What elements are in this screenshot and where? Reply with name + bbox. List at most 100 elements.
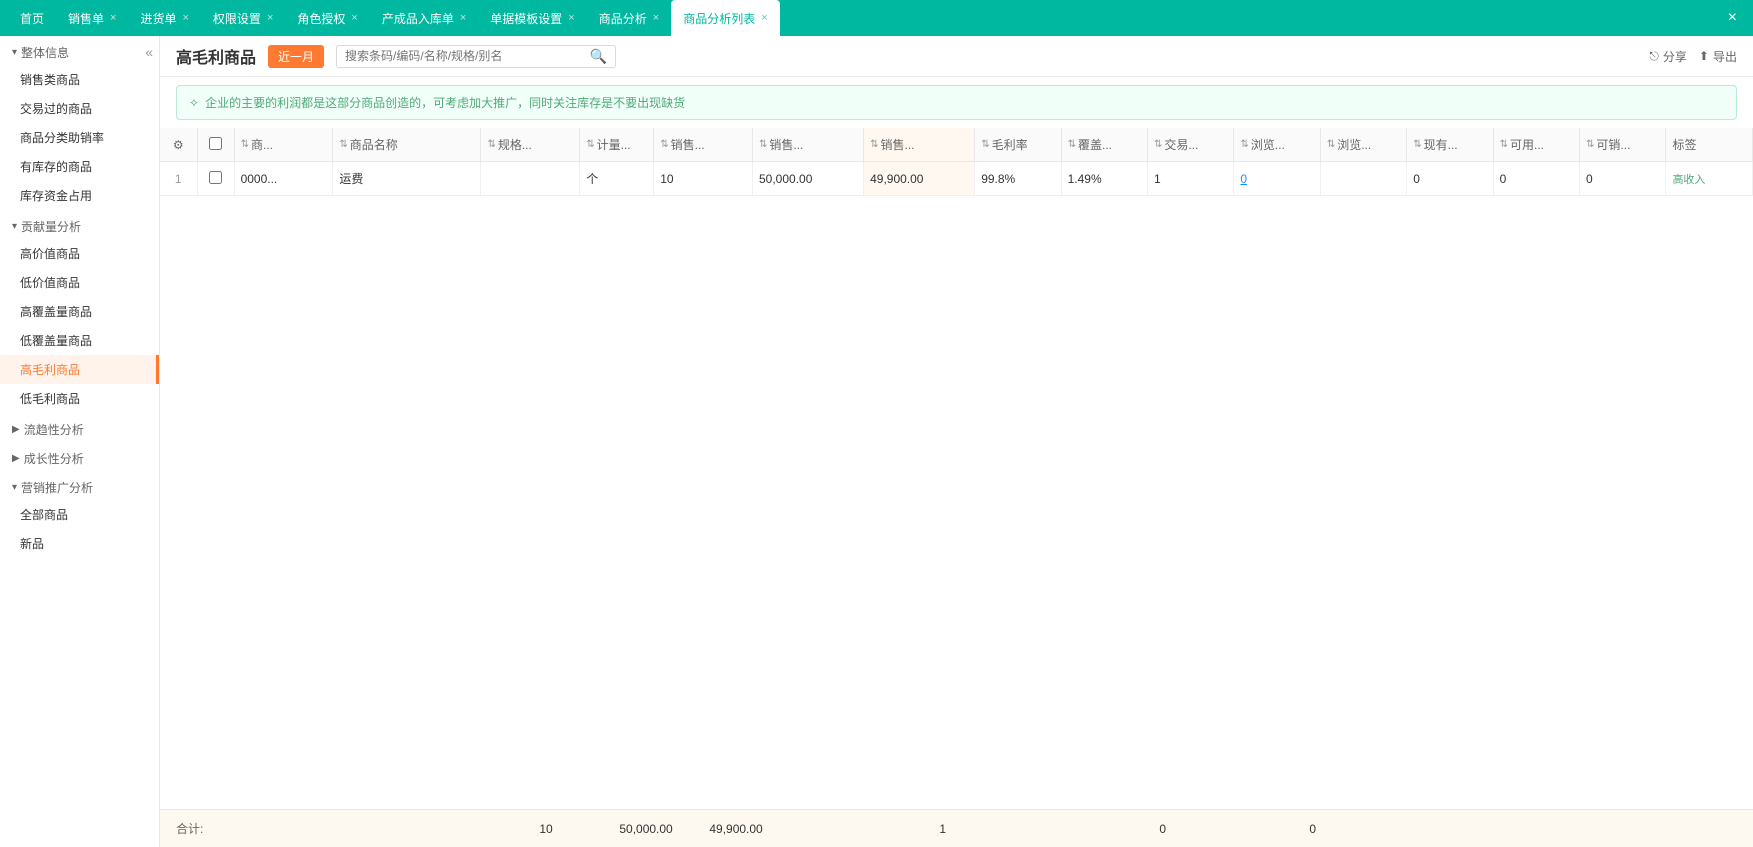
col-available[interactable]: ⇅ 可用...: [1493, 128, 1579, 162]
col-trade[interactable]: ⇅ 交易...: [1148, 128, 1234, 162]
table-header-row: ⚙ ⇅ 商... ⇅: [160, 128, 1753, 162]
nav-analysis[interactable]: 商品分析 ×: [587, 0, 671, 36]
sidebar-item-high-margin[interactable]: 高毛利商品: [0, 355, 159, 384]
cell-sales2: 50,000.00: [753, 162, 864, 196]
col-salable[interactable]: ⇅ 可销...: [1580, 128, 1666, 162]
sidebar-item-stock-goods[interactable]: 有库存的商品: [0, 152, 159, 181]
cell-available: 0: [1493, 162, 1579, 196]
share-button[interactable]: ⎋ 分享: [1649, 48, 1687, 65]
col-spec[interactable]: ⇅ 规格...: [481, 128, 580, 162]
col-sales2[interactable]: ⇅ 销售...: [753, 128, 864, 162]
close-analysis-list-tab[interactable]: ×: [761, 12, 767, 24]
col-browse2[interactable]: ⇅ 浏览...: [1320, 128, 1406, 162]
col-grossrate-sort-icon: ⇅: [981, 139, 989, 150]
close-role-tab[interactable]: ×: [351, 12, 357, 24]
col-code[interactable]: ⇅ 商...: [234, 128, 333, 162]
close-inbound-tab[interactable]: ×: [460, 12, 466, 24]
col-current-sort-icon: ⇅: [1413, 139, 1421, 150]
col-code-sort-icon: ⇅: [241, 139, 249, 150]
cell-code: 0000...: [234, 162, 333, 196]
info-banner: ✧ 企业的主要的利润都是这部分商品创造的，可考虑加大推广，同时关注库存是不要出现…: [176, 85, 1737, 120]
sidebar-group-trend[interactable]: ▶ 流趋性分析: [0, 413, 159, 442]
col-gross-rate[interactable]: ⇅ 毛利率: [975, 128, 1061, 162]
top-nav: 首页 销售单 × 进货单 × 权限设置 × 角色授权 × 产成品入库单 × 单据…: [0, 0, 1753, 36]
sidebar-collapse-button[interactable]: «: [145, 44, 153, 60]
nav-home[interactable]: 首页: [8, 0, 56, 36]
close-analysis-tab[interactable]: ×: [653, 12, 659, 24]
export-icon: ⬆: [1699, 49, 1709, 63]
close-permission-tab[interactable]: ×: [267, 12, 273, 24]
sidebar-group-growth[interactable]: ▶ 成长性分析: [0, 442, 159, 471]
filter-recent-month-button[interactable]: 近一月: [268, 45, 324, 68]
header-actions: ⎋ 分享 ⬆ 导出: [1649, 48, 1737, 65]
footer-available: 0: [1153, 822, 1233, 836]
nav-role[interactable]: 角色授权 ×: [285, 0, 369, 36]
col-browse2-sort-icon: ⇅: [1327, 139, 1335, 150]
cell-checkbox[interactable]: [197, 162, 234, 196]
info-icon: ✧: [189, 96, 199, 110]
col-current[interactable]: ⇅ 现有...: [1407, 128, 1493, 162]
sidebar-group-contribution[interactable]: ▾ 贡献量分析: [0, 210, 159, 239]
col-sales3-sort-icon: ⇅: [870, 139, 878, 150]
col-sales1[interactable]: ⇅ 销售...: [654, 128, 753, 162]
sidebar-item-sales-goods[interactable]: 销售类商品: [0, 65, 159, 94]
col-tag: 标签: [1666, 128, 1753, 162]
sidebar-item-traded-goods[interactable]: 交易过的商品: [0, 94, 159, 123]
sidebar-item-high-value[interactable]: 高价值商品: [0, 239, 159, 268]
footer-total-label: 合计:: [176, 820, 203, 837]
settings-icon[interactable]: ⚙: [173, 138, 184, 152]
col-sales3[interactable]: ⇅ 销售...: [864, 128, 975, 162]
col-unit-sort-icon: ⇅: [586, 139, 594, 150]
sidebar-item-all-goods[interactable]: 全部商品: [0, 500, 159, 529]
sidebar-item-low-value[interactable]: 低价值商品: [0, 268, 159, 297]
sidebar-group-overall[interactable]: ▾ 整体信息: [0, 36, 159, 65]
col-settings[interactable]: ⚙: [160, 128, 197, 162]
cell-coverage: 1.49%: [1061, 162, 1147, 196]
search-input[interactable]: [345, 49, 584, 63]
col-checkbox[interactable]: [197, 128, 234, 162]
search-icon[interactable]: 🔍: [590, 48, 607, 65]
row-checkbox[interactable]: [209, 171, 222, 184]
arrow-icon-marketing: ▾: [12, 482, 17, 493]
table-row: 1 0000... 运费 个 10 50,000.00 49,900.00 99…: [160, 162, 1753, 196]
close-sales-tab[interactable]: ×: [110, 12, 116, 24]
col-coverage[interactable]: ⇅ 覆盖...: [1061, 128, 1147, 162]
export-button[interactable]: ⬆ 导出: [1699, 48, 1737, 65]
close-purchase-tab[interactable]: ×: [182, 12, 188, 24]
main-layout: « ▾ 整体信息 销售类商品 交易过的商品 商品分类助销率 有库存的商品 库存资…: [0, 36, 1753, 847]
col-name[interactable]: ⇅ 商品名称: [333, 128, 481, 162]
cell-gross-rate: 99.8%: [975, 162, 1061, 196]
sidebar-item-category-rate[interactable]: 商品分类助销率: [0, 123, 159, 152]
sidebar-item-new-goods[interactable]: 新品: [0, 529, 159, 558]
sidebar-item-stock-fund[interactable]: 库存资金占用: [0, 181, 159, 210]
col-unit[interactable]: ⇅ 计量...: [580, 128, 654, 162]
content-header: 高毛利商品 近一月 🔍 ⎋ 分享 ⬆ 导出: [160, 36, 1753, 77]
cell-browse1[interactable]: 0: [1234, 162, 1320, 196]
col-available-sort-icon: ⇅: [1500, 139, 1508, 150]
close-template-tab[interactable]: ×: [568, 12, 574, 24]
sidebar-group-marketing[interactable]: ▾ 营销推广分析: [0, 471, 159, 500]
sidebar-item-high-coverage[interactable]: 高覆盖量商品: [0, 297, 159, 326]
table-container: ⚙ ⇅ 商... ⇅: [160, 128, 1753, 809]
nav-inbound[interactable]: 产成品入库单 ×: [370, 0, 478, 36]
cell-spec: [481, 162, 580, 196]
nav-analysis-list[interactable]: 商品分析列表 ×: [671, 0, 779, 36]
nav-template[interactable]: 单据模板设置 ×: [478, 0, 586, 36]
footer-sales3: 49,900.00: [703, 822, 793, 836]
share-icon: ⎋: [1649, 49, 1659, 64]
cell-tag: 高收入: [1666, 162, 1753, 196]
sidebar-item-low-coverage[interactable]: 低覆盖量商品: [0, 326, 159, 355]
page-title: 高毛利商品: [176, 44, 256, 68]
search-box[interactable]: 🔍: [336, 45, 616, 68]
nav-permission[interactable]: 权限设置 ×: [201, 0, 285, 36]
col-browse1[interactable]: ⇅ 浏览...: [1234, 128, 1320, 162]
col-name-sort-icon: ⇅: [339, 139, 347, 150]
select-all-checkbox[interactable]: [209, 137, 222, 150]
footer-sales2: 50,000.00: [613, 822, 703, 836]
footer-sales1: 10: [533, 822, 613, 836]
col-trade-sort-icon: ⇅: [1154, 139, 1162, 150]
global-close-button[interactable]: ×: [1720, 9, 1745, 27]
nav-purchase[interactable]: 进货单 ×: [128, 0, 200, 36]
sidebar-item-low-margin[interactable]: 低毛利商品: [0, 384, 159, 413]
nav-sales[interactable]: 销售单 ×: [56, 0, 128, 36]
